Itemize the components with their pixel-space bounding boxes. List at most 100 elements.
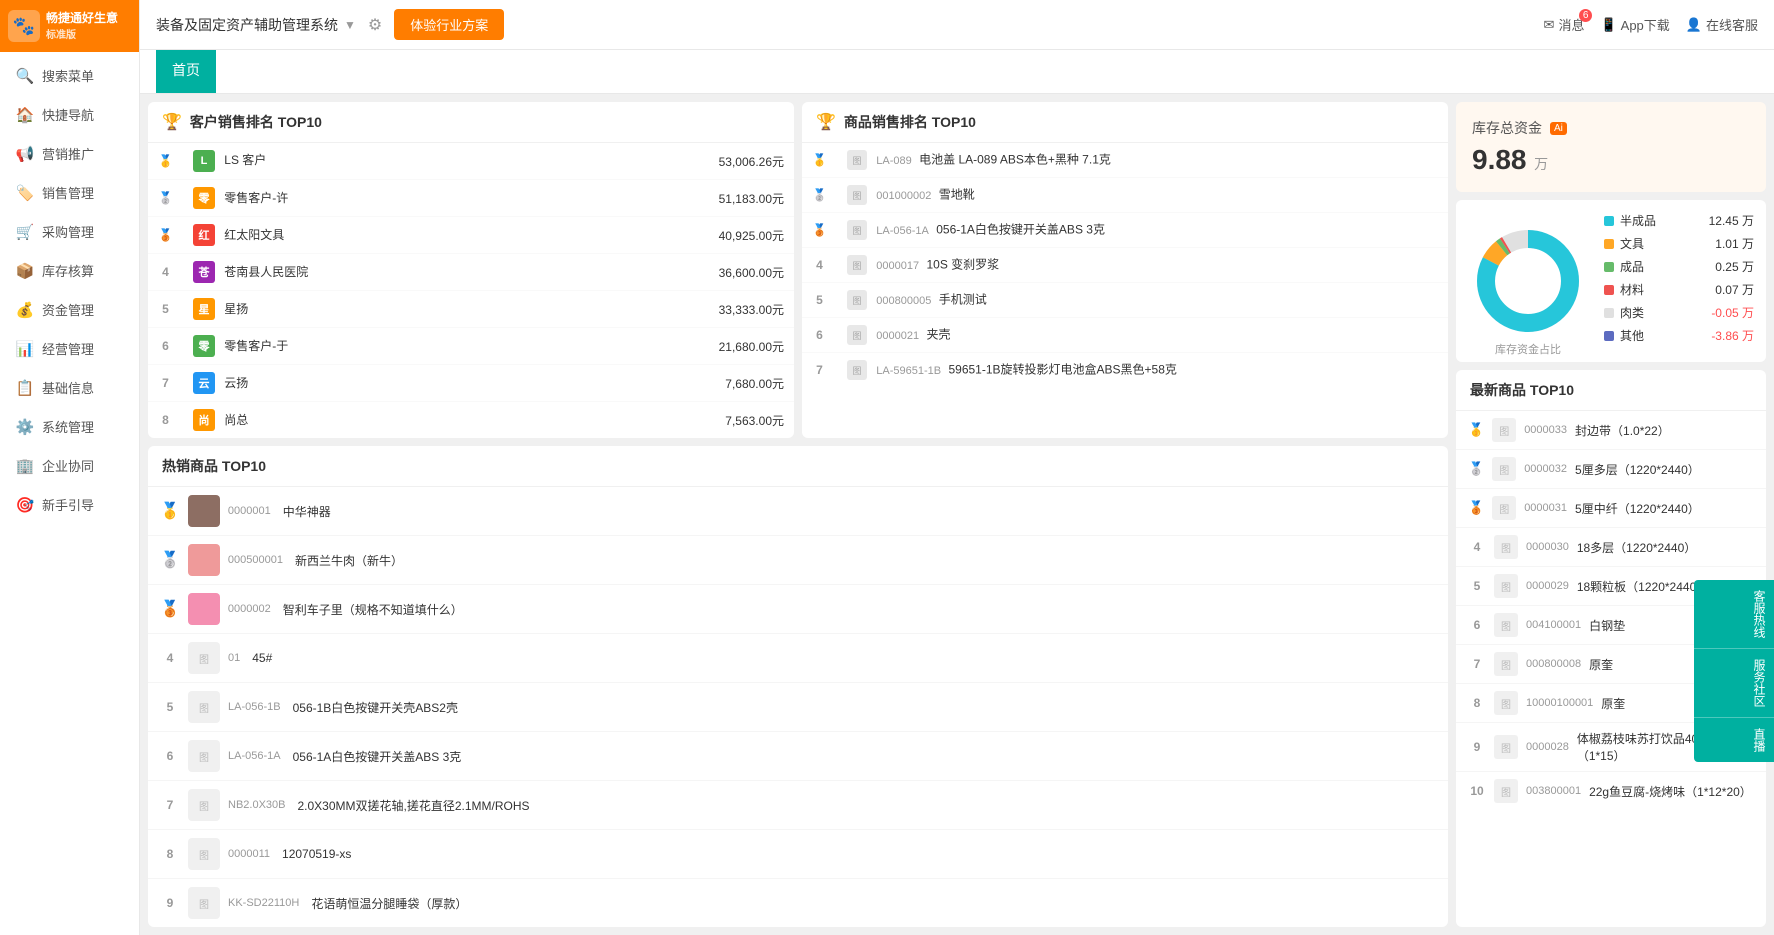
- product-ranking-list: 🥇 图 LA-089 电池盖 LA-089 ABS本色+黑种 7.1克 🥈 图 …: [802, 143, 1448, 438]
- rank-num: 5: [162, 302, 169, 316]
- chart-container: 库存资金占比 半成品 12.45 万 文具 1.01 万 成品 0.25 万 材…: [1468, 212, 1754, 350]
- settings-icon[interactable]: ⚙: [368, 15, 382, 35]
- rank-num: 4: [1468, 540, 1486, 554]
- float-btn-community[interactable]: 服务社区: [1694, 649, 1774, 718]
- sidebar-item-basic[interactable]: 📋 基础信息: [0, 368, 139, 407]
- product-thumbnail: 图: [188, 691, 220, 723]
- table-row: 4 苍 苍南县人民医院 36,600.00元: [148, 254, 794, 291]
- sidebar-nav: 🔍 搜索菜单 🏠 快捷导航 📢 营销推广 🏷️ 销售管理 🛒 采购管理 📦 库存…: [0, 52, 139, 935]
- list-item: 🥈 000500001 新西兰牛肉（新牛）: [148, 536, 1448, 585]
- legend-item: 肉类 -0.05 万: [1604, 304, 1754, 321]
- rank-medal-icon: 🥈: [160, 550, 180, 570]
- rank-cell: 4: [802, 248, 837, 283]
- rank-cell: 4: [148, 254, 183, 291]
- trophy-icon: 🏆: [162, 112, 182, 132]
- sidebar-item-corp[interactable]: 🏢 企业协同: [0, 446, 139, 485]
- legend-label: 文具: [1620, 235, 1709, 252]
- rank-num: 6: [162, 339, 169, 353]
- sidebar-item-quick-nav[interactable]: 🏠 快捷导航: [0, 95, 139, 134]
- list-item: 🥇 0000001 中华神器: [148, 487, 1448, 536]
- avatar: 红: [193, 224, 215, 246]
- rank-num: 5: [816, 293, 823, 307]
- inventory-unit: 万: [1534, 156, 1548, 172]
- sidebar-item-system[interactable]: ⚙️ 系统管理: [0, 407, 139, 446]
- operation-icon: 📊: [16, 340, 34, 358]
- sidebar-item-marketing[interactable]: 📢 营销推广: [0, 134, 139, 173]
- legend-label: 材料: [1620, 281, 1709, 298]
- table-row: 🥇 L LS 客户 53,006.26元: [148, 143, 794, 180]
- sidebar-item-label: 营销推广: [42, 144, 94, 163]
- rank-cell: 🥈: [148, 180, 183, 217]
- sidebar-item-sales[interactable]: 🏷️ 销售管理: [0, 173, 139, 212]
- rank-cell: 7: [802, 353, 837, 388]
- rank-medal-icon: 🥇: [160, 501, 180, 521]
- product-info-cell: 图 0000021 夹壳: [837, 318, 1448, 353]
- amount-cell: 21,680.00元: [558, 328, 794, 365]
- online-service-button[interactable]: 👤 在线客服: [1686, 15, 1758, 34]
- sidebar-item-purchase[interactable]: 🛒 采购管理: [0, 212, 139, 251]
- product-img: 图: [847, 150, 867, 170]
- sidebar-item-guide[interactable]: 🎯 新手引导: [0, 485, 139, 524]
- tab-home[interactable]: 首页: [156, 50, 216, 93]
- rank-medal-icon: 🥇: [812, 153, 827, 167]
- sidebar-item-label: 资金管理: [42, 300, 94, 319]
- product-code: 001000002: [876, 190, 931, 202]
- phone-icon: 📱: [1600, 17, 1616, 33]
- product-name: 056-1A白色按键开关盖ABS 3克: [936, 223, 1105, 237]
- float-btn-direct[interactable]: 直播: [1694, 718, 1774, 762]
- corp-icon: 🏢: [16, 457, 34, 475]
- product-name: 雪地靴: [939, 188, 975, 202]
- product-thumbnail: 图: [1492, 418, 1516, 442]
- sidebar-item-inventory[interactable]: 📦 库存核算: [0, 251, 139, 290]
- app-download-button[interactable]: 📱 App下载: [1600, 15, 1669, 34]
- table-row: 8 尚 尚总 7,563.00元: [148, 402, 794, 439]
- product-code: 0000030: [1526, 541, 1569, 553]
- table-row: 6 零 零售客户-于 21,680.00元: [148, 328, 794, 365]
- avatar: 苍: [193, 261, 215, 283]
- product-thumbnail: 图: [1492, 496, 1516, 520]
- table-row: 4 图 0000017 10S 变刹罗浆: [802, 248, 1448, 283]
- amount-cell: 40,925.00元: [558, 217, 794, 254]
- rank-cell: 🥉: [802, 213, 837, 248]
- customer-name: LS 客户: [224, 153, 266, 167]
- rank-medal-icon: 🥈: [158, 191, 173, 205]
- sidebar-item-label: 企业协同: [42, 456, 94, 475]
- donut-chart: 库存资金占比: [1468, 221, 1588, 341]
- product-code: 0000011: [228, 848, 270, 860]
- rank-num: 4: [162, 265, 169, 279]
- legend-item: 其他 -3.86 万: [1604, 327, 1754, 344]
- hot-products-list: 🥇 0000001 中华神器 🥈 000500001 新西兰牛肉（新牛） 🥉 0…: [148, 487, 1448, 927]
- float-btn-service[interactable]: 客服热线: [1694, 580, 1774, 649]
- trial-button[interactable]: 体验行业方案: [394, 9, 504, 40]
- product-code: 004100001: [1526, 619, 1581, 631]
- customer-name: 云扬: [224, 376, 248, 390]
- messages-button[interactable]: ✉ 消息 6: [1544, 15, 1585, 34]
- rank-num: 10: [1468, 784, 1486, 798]
- sidebar-item-label: 销售管理: [42, 183, 94, 202]
- sidebar-item-finance[interactable]: 💰 资金管理: [0, 290, 139, 329]
- legend-dot: [1604, 216, 1614, 226]
- product-name: 45#: [252, 651, 272, 665]
- product-thumbnail: [188, 593, 220, 625]
- rank-num: 5: [160, 700, 180, 714]
- guide-icon: 🎯: [16, 496, 34, 514]
- rank-num: 7: [1468, 657, 1486, 671]
- sidebar-item-operation[interactable]: 📊 经营管理: [0, 329, 139, 368]
- legend-value: 0.07 万: [1715, 281, 1754, 298]
- amount-cell: 7,680.00元: [558, 365, 794, 402]
- sidebar-item-search[interactable]: 🔍 搜索菜单: [0, 56, 139, 95]
- list-item: 4 图 01 45#: [148, 634, 1448, 683]
- list-item: 8 图 0000011 12070519-xs: [148, 830, 1448, 879]
- rank-num: 9: [160, 896, 180, 910]
- product-name: 22g鱼豆腐-烧烤味（1*12*20）: [1589, 783, 1754, 800]
- rank-cell: 6: [802, 318, 837, 353]
- product-thumbnail: 图: [1494, 652, 1518, 676]
- product-code: LA-056-1A: [228, 750, 281, 762]
- product-code: 0000017: [876, 260, 919, 272]
- product-thumbnail: 图: [188, 642, 220, 674]
- product-name: 12070519-xs: [282, 847, 351, 861]
- product-thumbnail: [188, 495, 220, 527]
- list-item: 5 图 LA-056-1B 056-1B白色按键开关壳ABS2壳: [148, 683, 1448, 732]
- product-name: 智利车子里（规格不知道填什么）: [283, 601, 463, 618]
- amount-cell: 51,183.00元: [558, 180, 794, 217]
